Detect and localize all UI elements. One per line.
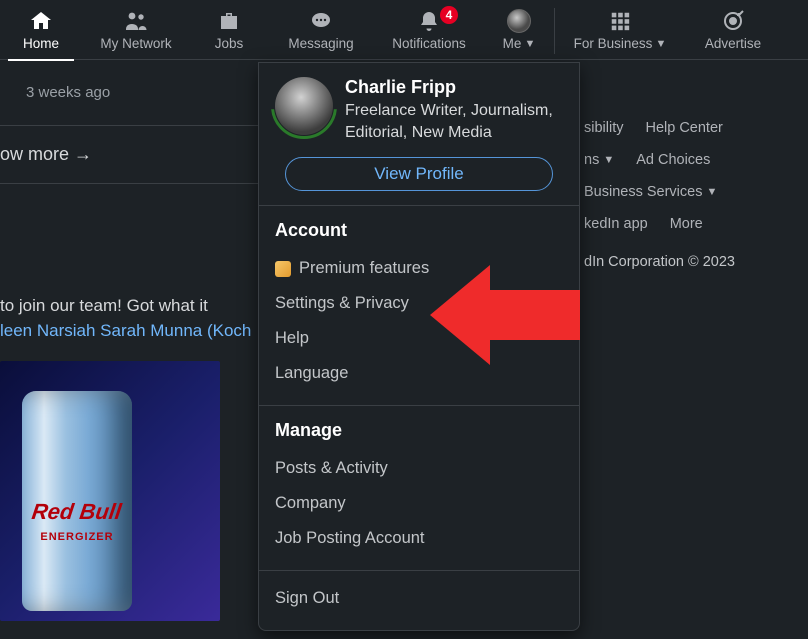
profile-headline: Freelance Writer, Journalism, Editorial,… (345, 100, 563, 143)
target-icon (721, 8, 745, 34)
footer-copyright: dIn Corporation © 2023 (584, 254, 808, 270)
caret-down-icon: ▼ (603, 154, 614, 166)
me-dropdown: Charlie Fripp Freelance Writer, Journali… (258, 62, 580, 631)
nav-business[interactable]: For Business▼ (555, 6, 685, 51)
footer-more[interactable]: More (670, 216, 703, 232)
menu-posts-activity[interactable]: Posts & Activity (275, 451, 563, 486)
avatar-icon (507, 8, 531, 34)
nav-label: For Business▼ (574, 36, 667, 51)
chat-icon (308, 8, 334, 34)
menu-company[interactable]: Company (275, 486, 563, 521)
nav-label: Jobs (215, 36, 244, 51)
menu-premium-features[interactable]: Premium features (275, 251, 563, 286)
bell-icon (417, 8, 441, 34)
ad-image[interactable]: Red Bull ENERGIZER (0, 361, 220, 621)
footer-links: sibility Help Center ns ▼ Ad Choices Bus… (584, 112, 808, 270)
menu-job-posting[interactable]: Job Posting Account (275, 521, 563, 556)
nav-advertise[interactable]: Advertise (685, 6, 781, 51)
footer-app[interactable]: kedIn app (584, 216, 648, 232)
feed-fragment: 3 weeks ago ow more → to join our team! … (0, 60, 258, 639)
footer-business-services[interactable]: Business Services ▼ (584, 184, 717, 200)
nav-messaging[interactable]: Messaging (268, 6, 374, 51)
caret-down-icon: ▼ (706, 186, 717, 198)
brand-logo-text: Red Bull (31, 499, 124, 525)
section-heading-account: Account (275, 220, 563, 241)
dropdown-account-section: Account Premium features Settings & Priv… (259, 206, 579, 405)
nav-label: Advertise (705, 36, 761, 51)
footer-help-center[interactable]: Help Center (645, 120, 722, 136)
section-heading-manage: Manage (275, 420, 563, 441)
notification-badge: 4 (440, 6, 458, 24)
premium-icon (275, 261, 291, 277)
briefcase-icon (217, 8, 241, 34)
post-link-fragment[interactable]: leen Narsiah Sarah Munna (Koch (0, 319, 258, 344)
nav-notifications[interactable]: 4 Notifications (374, 6, 484, 51)
show-more-link[interactable]: ow more → (0, 126, 258, 183)
profile-name: Charlie Fripp (345, 77, 563, 98)
menu-sign-out[interactable]: Sign Out (275, 581, 563, 616)
dropdown-manage-section: Manage Posts & Activity Company Job Post… (259, 406, 579, 570)
menu-label: Premium features (299, 259, 429, 278)
menu-settings-privacy[interactable]: Settings & Privacy (275, 286, 563, 321)
nav-me[interactable]: Me▼ (484, 6, 554, 51)
footer-terms[interactable]: ns ▼ (584, 152, 614, 168)
nav-label: My Network (100, 36, 171, 51)
nav-network[interactable]: My Network (82, 6, 190, 51)
profile-avatar[interactable] (275, 77, 333, 135)
top-nav: Home My Network Jobs Messaging 4 Notific… (0, 0, 808, 60)
nav-label: Messaging (288, 36, 353, 51)
post-timestamp: 3 weeks ago (0, 60, 258, 125)
caret-down-icon: ▼ (655, 38, 666, 50)
grid-icon (609, 8, 631, 34)
menu-language[interactable]: Language (275, 356, 563, 391)
nav-jobs[interactable]: Jobs (190, 6, 268, 51)
menu-help[interactable]: Help (275, 321, 563, 356)
product-can: Red Bull ENERGIZER (22, 391, 132, 611)
home-icon (28, 8, 54, 34)
view-profile-button[interactable]: View Profile (285, 157, 553, 191)
dropdown-profile-section: Charlie Fripp Freelance Writer, Journali… (259, 63, 579, 205)
post-text-line: to join our team! Got what it (0, 294, 258, 319)
brand-subtext: ENERGIZER (40, 531, 113, 543)
nav-label: Notifications (392, 36, 466, 51)
nav-label: Home (23, 36, 59, 51)
post-body-fragment: to join our team! Got what it leen Narsi… (0, 184, 258, 343)
footer-ad-choices[interactable]: Ad Choices (636, 152, 710, 168)
caret-down-icon: ▼ (524, 38, 535, 50)
nav-label: Me▼ (503, 36, 536, 51)
nav-home[interactable]: Home (0, 6, 82, 51)
people-icon (122, 8, 150, 34)
footer-accessibility[interactable]: sibility (584, 120, 623, 136)
